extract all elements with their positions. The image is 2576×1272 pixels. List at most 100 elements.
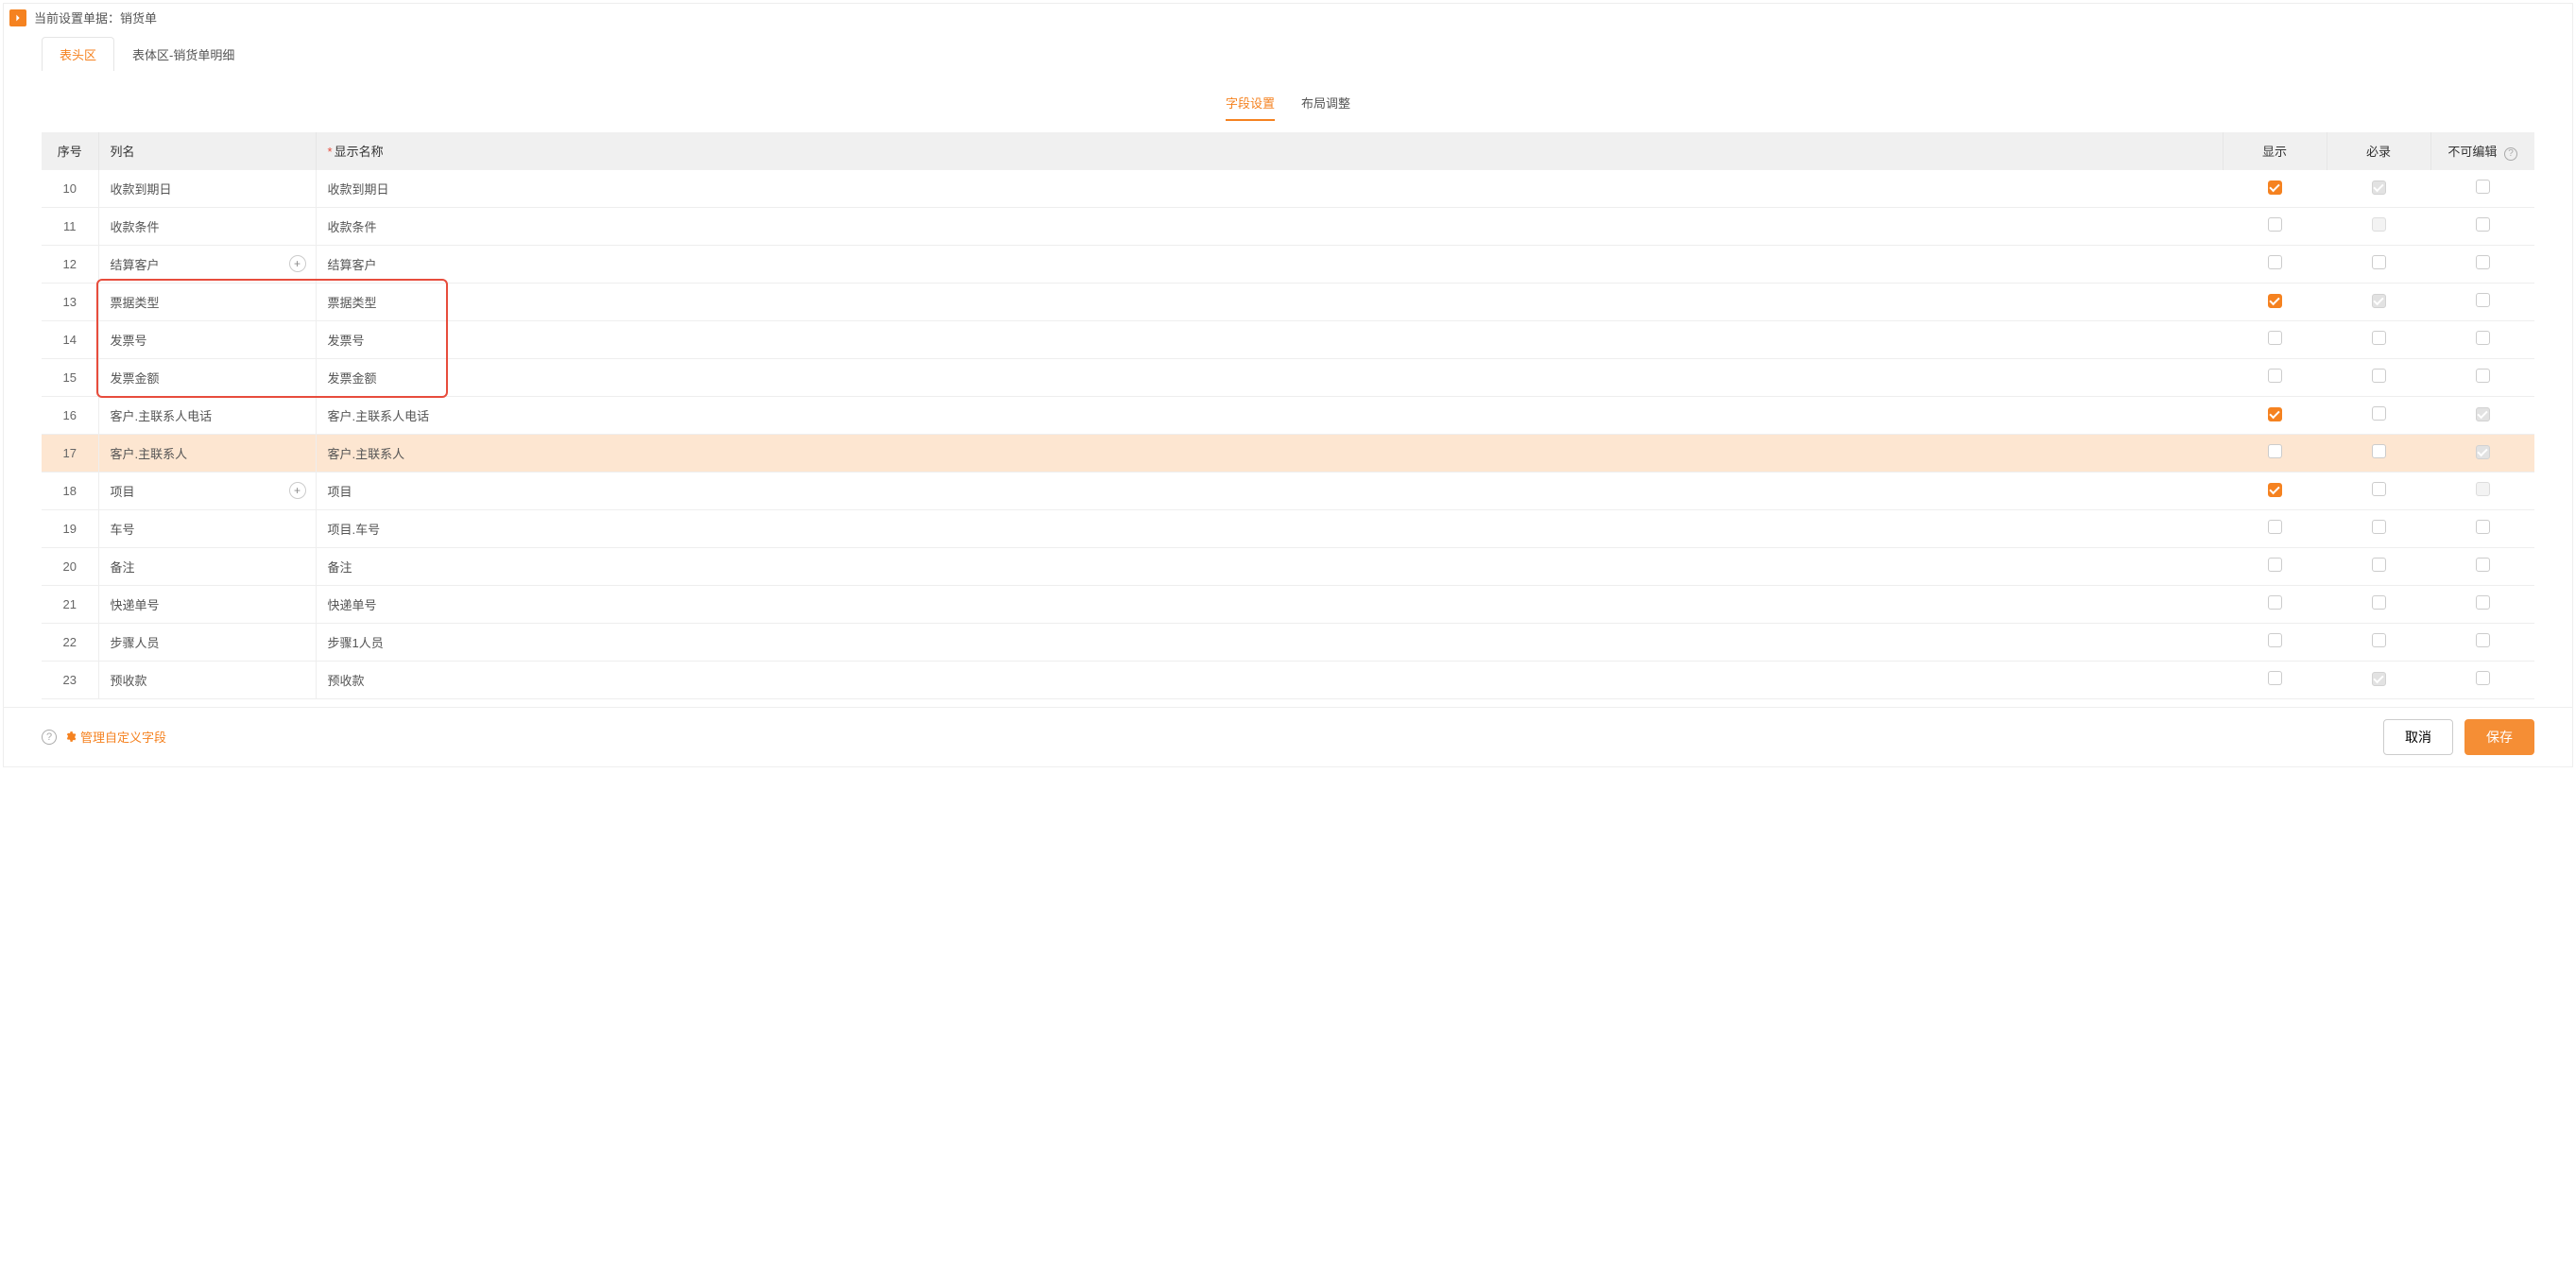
cell-noedit <box>2430 358 2534 396</box>
expand-sidebar-button[interactable] <box>9 9 26 26</box>
checkbox-noedit[interactable] <box>2476 331 2490 345</box>
checkbox-noedit <box>2476 407 2490 421</box>
table-row: 16客户.主联系人电话客户.主联系人电话 <box>42 396 2534 434</box>
checkbox-show[interactable] <box>2268 407 2282 421</box>
checkbox-required[interactable] <box>2372 482 2386 496</box>
cell-noedit <box>2430 396 2534 434</box>
checkbox-show[interactable] <box>2268 369 2282 383</box>
checkbox-show[interactable] <box>2268 444 2282 458</box>
cell-display[interactable]: 快递单号 <box>316 585 2223 623</box>
checkbox-noedit[interactable] <box>2476 369 2490 383</box>
cell-display[interactable]: 客户.主联系人电话 <box>316 396 2223 434</box>
checkbox-show[interactable] <box>2268 558 2282 572</box>
cell-name: 票据类型 <box>98 283 316 320</box>
cell-seq: 23 <box>42 661 98 698</box>
cell-show <box>2223 358 2327 396</box>
cell-display[interactable]: 发票号 <box>316 320 2223 358</box>
cell-display[interactable]: 发票金额 <box>316 358 2223 396</box>
add-child-button[interactable]: + <box>289 255 306 272</box>
cell-display[interactable]: 收款到期日 <box>316 170 2223 208</box>
cell-name: 快递单号 <box>98 585 316 623</box>
checkbox-noedit[interactable] <box>2476 293 2490 307</box>
cell-required <box>2327 547 2430 585</box>
checkbox-show[interactable] <box>2268 255 2282 269</box>
checkbox-noedit[interactable] <box>2476 520 2490 534</box>
cell-display[interactable]: 项目 <box>316 472 2223 509</box>
table-row: 10收款到期日收款到期日 <box>42 170 2534 208</box>
checkbox-noedit[interactable] <box>2476 558 2490 572</box>
checkbox-show[interactable] <box>2268 331 2282 345</box>
checkbox-noedit[interactable] <box>2476 633 2490 647</box>
manage-custom-fields-link[interactable]: 管理自定义字段 <box>64 728 166 746</box>
subtab-0[interactable]: 字段设置 <box>1226 90 1275 121</box>
checkbox-required[interactable] <box>2372 255 2386 269</box>
cell-noedit <box>2430 245 2534 283</box>
required-star-icon: * <box>328 145 333 159</box>
table-row: 15发票金额发票金额 <box>42 358 2534 396</box>
cell-display[interactable]: 票据类型 <box>316 283 2223 320</box>
help-icon[interactable]: ? <box>42 730 57 745</box>
checkbox-show[interactable] <box>2268 294 2282 308</box>
save-button[interactable]: 保存 <box>2464 719 2534 755</box>
checkbox-show[interactable] <box>2268 483 2282 497</box>
checkbox-noedit[interactable] <box>2476 180 2490 194</box>
cell-name: 项目+ <box>98 472 316 509</box>
main-tabs: 表头区表体区-销货单明细 <box>42 37 2572 71</box>
checkbox-noedit[interactable] <box>2476 217 2490 232</box>
checkbox-required[interactable] <box>2372 406 2386 421</box>
cell-show <box>2223 661 2327 698</box>
table-row: 18项目+项目 <box>42 472 2534 509</box>
cell-seq: 13 <box>42 283 98 320</box>
cell-display[interactable]: 客户.主联系人 <box>316 434 2223 472</box>
cell-show <box>2223 245 2327 283</box>
add-child-button[interactable]: + <box>289 482 306 499</box>
info-icon[interactable]: ? <box>2504 147 2517 161</box>
table-row: 11收款条件收款条件 <box>42 207 2534 245</box>
cell-show <box>2223 509 2327 547</box>
cell-display[interactable]: 收款条件 <box>316 207 2223 245</box>
subtab-1[interactable]: 布局调整 <box>1301 90 1350 121</box>
cell-name: 步骤人员 <box>98 623 316 661</box>
tab-1[interactable]: 表体区-销货单明细 <box>114 37 252 71</box>
checkbox-required[interactable] <box>2372 369 2386 383</box>
cell-noedit <box>2430 585 2534 623</box>
page-root: 当前设置单据： 销货单 表头区表体区-销货单明细 字段设置布局调整 序号 列名 … <box>3 3 2573 767</box>
cell-seq: 16 <box>42 396 98 434</box>
footer-right: 取消 保存 <box>2383 719 2534 755</box>
cell-show <box>2223 396 2327 434</box>
checkbox-show[interactable] <box>2268 595 2282 610</box>
col-header-noedit: 不可编辑 ? <box>2430 132 2534 170</box>
cell-required <box>2327 585 2430 623</box>
checkbox-noedit[interactable] <box>2476 595 2490 610</box>
table-row: 21快递单号快递单号 <box>42 585 2534 623</box>
cell-required <box>2327 170 2430 208</box>
checkbox-noedit[interactable] <box>2476 671 2490 685</box>
cell-display[interactable]: 步骤1人员 <box>316 623 2223 661</box>
cell-noedit <box>2430 547 2534 585</box>
cell-noedit <box>2430 472 2534 509</box>
cell-show <box>2223 207 2327 245</box>
cell-name: 发票号 <box>98 320 316 358</box>
cell-display[interactable]: 预收款 <box>316 661 2223 698</box>
cell-show <box>2223 434 2327 472</box>
cell-display[interactable]: 项目.车号 <box>316 509 2223 547</box>
checkbox-required[interactable] <box>2372 633 2386 647</box>
checkbox-required[interactable] <box>2372 444 2386 458</box>
table-row: 19车号项目.车号 <box>42 509 2534 547</box>
checkbox-required[interactable] <box>2372 520 2386 534</box>
checkbox-show[interactable] <box>2268 217 2282 232</box>
checkbox-noedit[interactable] <box>2476 255 2490 269</box>
cell-display[interactable]: 备注 <box>316 547 2223 585</box>
checkbox-show[interactable] <box>2268 671 2282 685</box>
cancel-button[interactable]: 取消 <box>2383 719 2453 755</box>
chevron-right-icon <box>13 13 23 23</box>
checkbox-required[interactable] <box>2372 331 2386 345</box>
checkbox-required[interactable] <box>2372 558 2386 572</box>
checkbox-show[interactable] <box>2268 180 2282 195</box>
cell-required <box>2327 472 2430 509</box>
checkbox-show[interactable] <box>2268 520 2282 534</box>
cell-display[interactable]: 结算客户 <box>316 245 2223 283</box>
checkbox-required[interactable] <box>2372 595 2386 610</box>
tab-0[interactable]: 表头区 <box>42 37 114 71</box>
checkbox-show[interactable] <box>2268 633 2282 647</box>
